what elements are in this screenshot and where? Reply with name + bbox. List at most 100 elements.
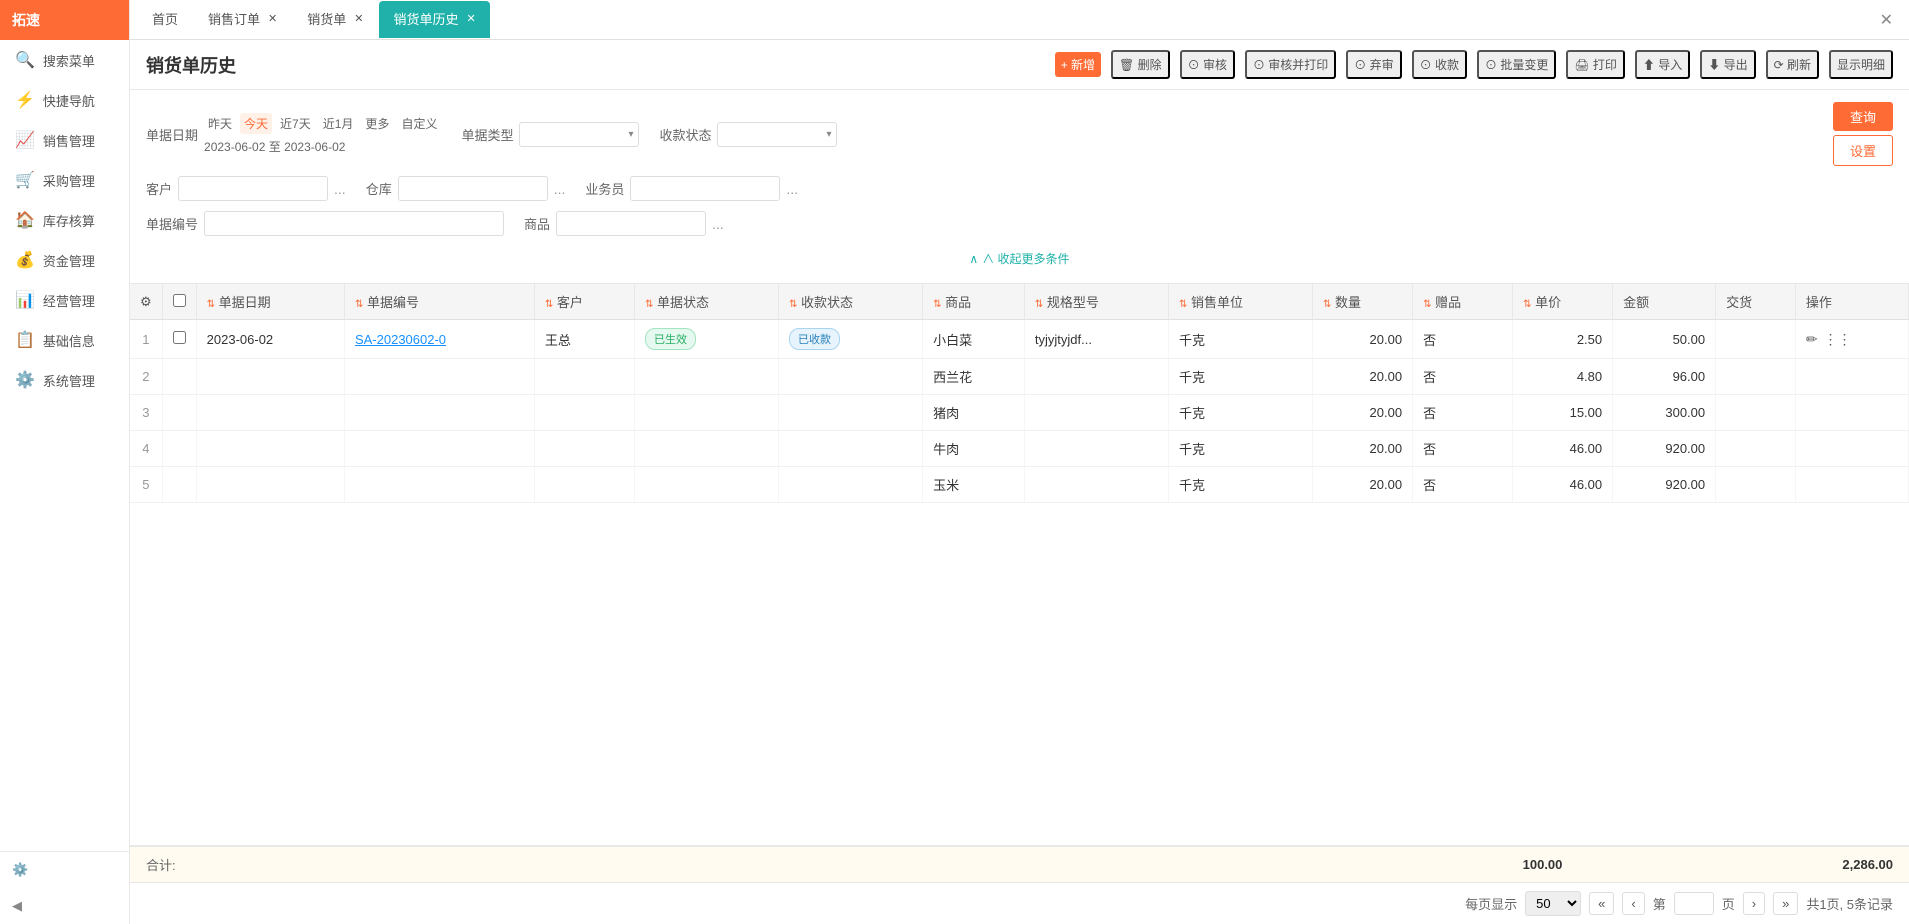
tab-sales-delivery-history[interactable]: 销货单历史 ✕ xyxy=(379,1,489,38)
date-custom[interactable]: 自定义 xyxy=(397,113,441,134)
tab-sales-delivery[interactable]: 销货单 ✕ xyxy=(293,1,377,38)
qty-cell: 20.00 xyxy=(1313,359,1413,395)
pagination-bar: 每页显示 50 100 « ‹ 第 1 页 › » 共1页, 5条记录 xyxy=(130,882,1909,924)
collect-button[interactable]: ⊙ 收款 xyxy=(1412,50,1467,79)
filter-collapse-btn[interactable]: ∧ ∧ 收起更多条件 xyxy=(146,246,1893,271)
row-num: 5 xyxy=(130,467,162,503)
col-qty[interactable]: ⇅ 数量 xyxy=(1313,284,1413,320)
date-1month[interactable]: 近1月 xyxy=(319,113,358,134)
window-close-btn[interactable]: ✕ xyxy=(1872,6,1901,34)
refresh-button[interactable]: ⟳ 刷新 xyxy=(1766,50,1819,79)
goods-dots[interactable]: ... xyxy=(712,216,724,232)
select-all-checkbox[interactable] xyxy=(173,294,186,307)
col-doc-num[interactable]: ⇅ 单据编号 xyxy=(344,284,534,320)
col-customer[interactable]: ⇅ 客户 xyxy=(534,284,634,320)
col-collect-status[interactable]: ⇅ 收款状态 xyxy=(779,284,923,320)
sidebar-bottom-settings[interactable]: ⚙️ xyxy=(0,852,129,888)
collect-status-select-wrap xyxy=(717,122,837,147)
action-cell xyxy=(1795,395,1908,431)
import-button[interactable]: ⬆ 导入 xyxy=(1635,50,1690,79)
sidebar-item-search-menu[interactable]: 🔍 搜索菜单 xyxy=(0,40,129,80)
date-more[interactable]: 更多 xyxy=(361,113,393,134)
abandon-button[interactable]: ⊙ 弃审 xyxy=(1346,50,1401,79)
tab-history-close[interactable]: ✕ xyxy=(467,12,476,25)
col-sales-unit[interactable]: ⇅ 销售单位 xyxy=(1168,284,1312,320)
action-cell: ✏ ⋮⋮ xyxy=(1795,320,1908,359)
tab-sales-order-close[interactable]: ✕ xyxy=(268,12,277,25)
sort-icon-gift: ⇅ xyxy=(1423,299,1431,310)
delete-button[interactable]: 🗑 删除 xyxy=(1111,50,1170,79)
warehouse-input[interactable] xyxy=(398,176,548,201)
per-page-select[interactable]: 50 100 xyxy=(1525,891,1581,916)
batch-change-button[interactable]: ⊙ 批量变更 xyxy=(1477,50,1556,79)
tab-sales-delivery-close[interactable]: ✕ xyxy=(354,12,363,25)
export-button[interactable]: ⬇ 导出 xyxy=(1700,50,1755,79)
warehouse-dots[interactable]: ... xyxy=(554,181,566,197)
sort-icon-collect: ⇅ xyxy=(789,299,797,310)
filter-staff-item: 业务员 ... xyxy=(585,176,798,201)
row-checkbox-cell xyxy=(162,359,196,395)
set-button[interactable]: 设置 xyxy=(1833,135,1893,166)
col-spec-type[interactable]: ⇅ 规格型号 xyxy=(1024,284,1168,320)
sidebar-item-finance-mgmt[interactable]: 💰 资金管理 xyxy=(0,240,129,280)
sidebar-item-basic-info[interactable]: 📋 基础信息 xyxy=(0,320,129,360)
next-page-btn[interactable]: › xyxy=(1743,892,1765,915)
sidebar-item-inventory-calc[interactable]: 🏠 库存核算 xyxy=(0,200,129,240)
action-icons: ✏ ⋮⋮ xyxy=(1806,331,1898,348)
edit-icon[interactable]: ✏ xyxy=(1806,331,1818,348)
prev-page-btn[interactable]: ‹ xyxy=(1622,892,1644,915)
customer-input[interactable] xyxy=(178,176,328,201)
money-icon: 💰 xyxy=(15,250,35,270)
audit-print-button[interactable]: ⊙ 审核并打印 xyxy=(1245,50,1336,79)
col-gift[interactable]: ⇅ 赠品 xyxy=(1413,284,1513,320)
first-page-btn[interactable]: « xyxy=(1589,892,1614,915)
col-goods[interactable]: ⇅ 商品 xyxy=(923,284,1025,320)
filter-customer-item: 客户 ... xyxy=(146,176,346,201)
tab-sales-order[interactable]: 销售订单 ✕ xyxy=(194,1,291,38)
sidebar-item-system-mgmt[interactable]: ⚙️ 系统管理 xyxy=(0,360,129,400)
doc-num-cell xyxy=(344,359,534,395)
sidebar-item-sales-mgmt[interactable]: 📈 销售管理 xyxy=(0,120,129,160)
goods-input[interactable] xyxy=(556,211,706,236)
new-button[interactable]: + 新增 xyxy=(1055,52,1101,77)
staff-input[interactable] xyxy=(630,176,780,201)
sales-unit-cell: 千克 xyxy=(1168,431,1312,467)
staff-label: 业务员 xyxy=(585,179,624,198)
date-label: 单据日期 xyxy=(146,125,198,144)
sidebar-item-purchase-mgmt[interactable]: 🛒 采购管理 xyxy=(0,160,129,200)
row-checkbox-cell xyxy=(162,395,196,431)
gift-cell: 否 xyxy=(1413,320,1513,359)
sidebar-item-quick-nav[interactable]: ⚡ 快捷导航 xyxy=(0,80,129,120)
collect-status-select[interactable] xyxy=(717,122,837,147)
col-unit-price[interactable]: ⇅ 单价 xyxy=(1513,284,1613,320)
staff-dots[interactable]: ... xyxy=(786,181,798,197)
doc-num-input[interactable] xyxy=(204,211,504,236)
show-detail-button[interactable]: 显示明细 xyxy=(1829,50,1893,79)
page-header: 销货单历史 + 新增 🗑 删除 ⊙ 审核 ⊙ 审核并打印 ⊙ 弃审 ⊙ 收款 ⊙… xyxy=(130,40,1909,90)
page-input[interactable]: 1 xyxy=(1674,892,1714,915)
date-7days[interactable]: 近7天 xyxy=(276,113,315,134)
sort-icon-spec: ⇅ xyxy=(1035,299,1043,310)
print-button[interactable]: 🖨 打印 xyxy=(1566,50,1625,79)
col-doc-date[interactable]: ⇅ 单据日期 xyxy=(196,284,344,320)
amount-cell: 920.00 xyxy=(1613,467,1716,503)
customer-dots[interactable]: ... xyxy=(334,181,346,197)
doc-num-link[interactable]: SA-20230602-0 xyxy=(355,332,446,347)
settings-icon: ⚙️ xyxy=(12,862,28,878)
col-settings[interactable]: ⚙ xyxy=(130,284,162,320)
date-yesterday[interactable]: 昨天 xyxy=(204,113,236,134)
doc-type-select[interactable] xyxy=(519,122,639,147)
more-icon[interactable]: ⋮⋮ xyxy=(1824,331,1852,348)
audit-button[interactable]: ⊙ 审核 xyxy=(1180,50,1235,79)
date-today[interactable]: 今天 xyxy=(240,113,272,134)
tab-home[interactable]: 首页 xyxy=(138,1,192,38)
sidebar-item-ops-mgmt[interactable]: 📊 经营管理 xyxy=(0,280,129,320)
query-button[interactable]: 查询 xyxy=(1833,102,1893,131)
doc-date-cell: 2023-06-02 xyxy=(196,320,344,359)
sidebar-collapse-btn[interactable]: ◀ xyxy=(0,888,129,924)
row-num: 4 xyxy=(130,431,162,467)
col-doc-status[interactable]: ⇅ 单据状态 xyxy=(634,284,778,320)
transaction-cell xyxy=(1716,395,1796,431)
row-checkbox[interactable] xyxy=(173,331,186,344)
last-page-btn[interactable]: » xyxy=(1773,892,1798,915)
